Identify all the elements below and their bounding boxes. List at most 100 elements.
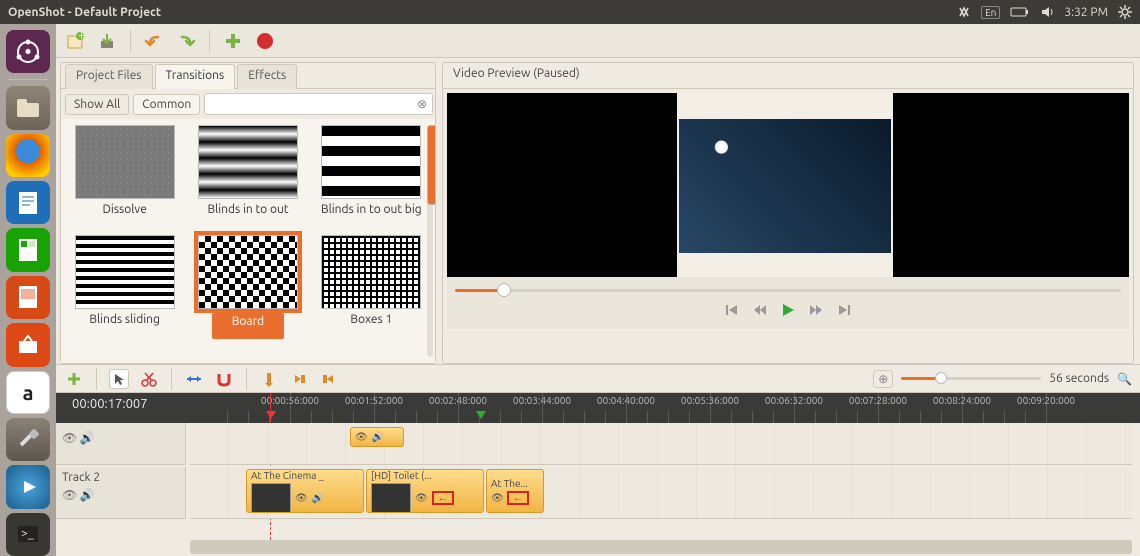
next-marker-button[interactable]: [319, 369, 339, 389]
seek-slider[interactable]: [455, 285, 1121, 295]
speaker-icon[interactable]: 🔊: [80, 432, 95, 445]
left-panel: Project Files Transitions Effects Show A…: [60, 62, 436, 364]
tab-transitions[interactable]: Transitions: [155, 64, 236, 89]
keyboard-lang[interactable]: En: [981, 6, 1000, 19]
timeline-toolbar: ⊕ 56 seconds 🔍: [56, 365, 1140, 393]
ruler-tick-label: 00:08:24:000: [933, 395, 991, 406]
timeline-tracks: 👁 🔊 👁🔊 Track 2 👁 🔊 At The Cinema _ 👁🔊: [56, 423, 1140, 540]
window-title: OpenShot - Default Project: [8, 6, 161, 19]
export-button[interactable]: [254, 30, 276, 52]
launcher-impress[interactable]: [6, 276, 50, 319]
transitions-grid[interactable]: Dissolve Blinds in to out Blinds in to o…: [61, 119, 435, 363]
launcher-files[interactable]: [6, 86, 50, 129]
launcher-software[interactable]: [6, 323, 50, 366]
clear-search-icon[interactable]: ⊗: [413, 97, 431, 111]
undo-button[interactable]: [143, 30, 165, 52]
center-playhead-button[interactable]: ⊕: [873, 370, 893, 388]
tab-effects[interactable]: Effects: [237, 64, 297, 89]
preview-panel: Video Preview (Paused): [442, 62, 1134, 364]
add-track-button[interactable]: [64, 369, 84, 389]
timeline-clip[interactable]: At The... 👁←: [486, 469, 544, 513]
rewind-button[interactable]: [751, 301, 769, 319]
vertical-scrollbar[interactable]: [427, 125, 433, 357]
ruler-tick-label: 00:03:44:000: [513, 395, 571, 406]
play-button[interactable]: [779, 301, 797, 319]
track-lane[interactable]: At The Cinema _ 👁🔊 [HD] Toilet (... 👁← A…: [190, 467, 1132, 519]
horizontal-scrollbar[interactable]: [190, 540, 1132, 554]
launcher-media[interactable]: [6, 465, 50, 508]
filter-row: Show All Common ⊗: [61, 89, 435, 119]
zoom-slider[interactable]: [901, 377, 1041, 380]
jump-end-button[interactable]: [835, 301, 853, 319]
launcher-calc[interactable]: [6, 228, 50, 271]
volume-icon[interactable]: [1040, 5, 1054, 19]
select-tool[interactable]: [109, 369, 129, 389]
preview-tab[interactable]: Video Preview (Paused): [443, 63, 1133, 89]
marker[interactable]: [476, 411, 486, 419]
timeline-clip[interactable]: 👁🔊: [350, 427, 404, 447]
video-preview[interactable]: [447, 93, 1129, 329]
speaker-icon[interactable]: 🔊: [80, 489, 95, 502]
top-menubar: OpenShot - Default Project En 3:32 PM: [0, 0, 1140, 24]
transition-item[interactable]: Blinds in to out: [190, 125, 305, 229]
gear-icon[interactable]: [1118, 5, 1132, 19]
snapping-tool[interactable]: [214, 369, 234, 389]
eye-icon[interactable]: 👁: [62, 489, 77, 502]
launcher-writer[interactable]: [6, 181, 50, 224]
transition-indicator[interactable]: ←: [507, 491, 529, 505]
transition-item[interactable]: Blinds sliding: [67, 235, 182, 339]
razor-tool[interactable]: [139, 369, 159, 389]
clock[interactable]: 3:32 PM: [1064, 6, 1108, 19]
new-project-button[interactable]: +: [64, 30, 86, 52]
zoom-control: ⊕ 56 seconds 🔍: [873, 370, 1132, 388]
ruler-tick-label: 00:06:32:000: [765, 395, 823, 406]
launcher-dash[interactable]: [6, 30, 50, 73]
filter-search-input[interactable]: [204, 93, 433, 115]
add-marker-button[interactable]: [259, 369, 279, 389]
zoom-icon[interactable]: 🔍: [1117, 372, 1132, 386]
unity-launcher: a >_: [0, 24, 56, 556]
panel-tabs: Project Files Transitions Effects: [61, 63, 435, 89]
forward-button[interactable]: [807, 301, 825, 319]
transition-item[interactable]: Blinds in to out big: [314, 125, 429, 229]
save-project-button[interactable]: [96, 30, 118, 52]
playhead[interactable]: [270, 393, 271, 423]
ruler-tick-label: 00:01:52:000: [345, 395, 403, 406]
main-toolbar: +: [56, 24, 1140, 58]
transition-item[interactable]: Board: [190, 235, 305, 339]
filter-common[interactable]: Common: [133, 94, 200, 115]
transition-item[interactable]: Boxes 1: [314, 235, 429, 339]
launcher-amazon[interactable]: a: [6, 371, 50, 414]
network-icon[interactable]: [957, 5, 971, 19]
playhead-position: 00:00:17:007: [72, 397, 148, 411]
track-header[interactable]: Track 2 👁 🔊: [56, 467, 186, 519]
timeline-ruler[interactable]: 00:00:17:007 00:00:56:00000:01:52:00000:…: [56, 393, 1140, 423]
track-lane[interactable]: 👁🔊: [190, 423, 1132, 465]
prev-marker-button[interactable]: [289, 369, 309, 389]
svg-text:>_: >_: [21, 527, 34, 540]
ruler-tick-label: 00:02:48:000: [429, 395, 487, 406]
transition-item[interactable]: Dissolve: [67, 125, 182, 229]
tab-project-files[interactable]: Project Files: [65, 64, 153, 89]
launcher-settings[interactable]: [6, 418, 50, 461]
launcher-firefox[interactable]: [6, 134, 50, 177]
timeline-clip[interactable]: [HD] Toilet (... 👁←: [366, 469, 484, 513]
transition-indicator[interactable]: ←: [432, 491, 454, 505]
openshot-app: + Project Files Transitions Effects Show…: [56, 24, 1140, 556]
launcher-terminal[interactable]: >_: [6, 513, 50, 556]
filter-show-all[interactable]: Show All: [65, 94, 129, 115]
redo-button[interactable]: [175, 30, 197, 52]
timeline-clip[interactable]: At The Cinema _ 👁🔊: [246, 469, 364, 513]
track-label: Track 2: [62, 471, 179, 484]
battery-icon[interactable]: [1010, 6, 1030, 18]
ruler-tick-label: 00:05:36:000: [681, 395, 739, 406]
preview-controls: [447, 277, 1129, 329]
ruler-tick-label: 00:04:40:000: [597, 395, 655, 406]
import-files-button[interactable]: [222, 30, 244, 52]
ruler-tick-label: 00:07:28:000: [849, 395, 907, 406]
track-header[interactable]: 👁 🔊: [56, 423, 186, 465]
eye-icon[interactable]: 👁: [62, 432, 77, 445]
workarea: Project Files Transitions Effects Show A…: [56, 58, 1140, 364]
resize-tool[interactable]: [184, 369, 204, 389]
jump-start-button[interactable]: [723, 301, 741, 319]
